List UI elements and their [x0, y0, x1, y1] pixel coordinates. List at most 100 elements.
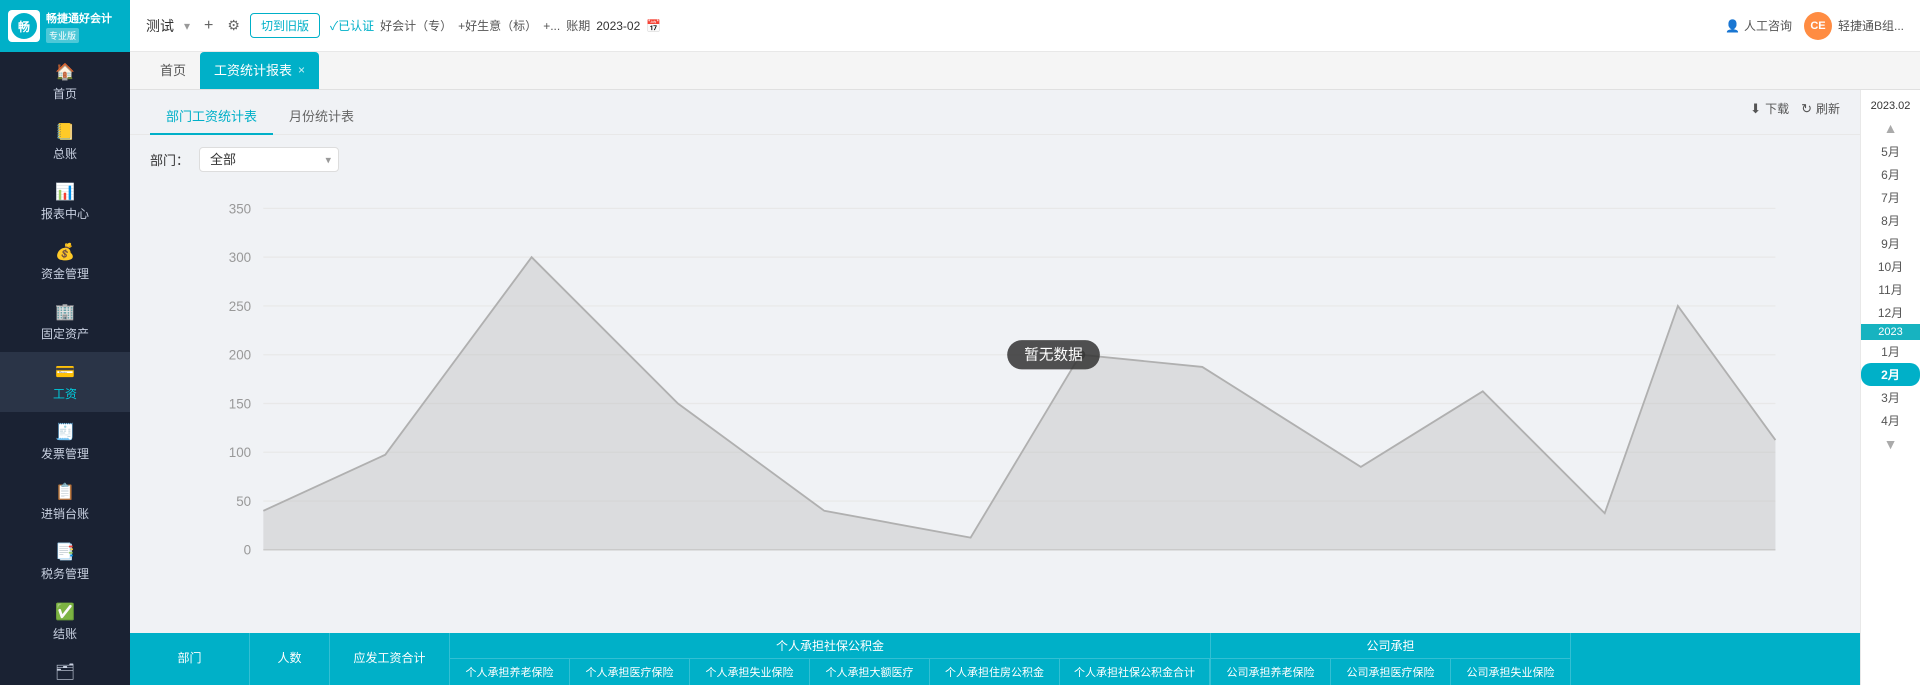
department-select[interactable]: 全部 销售部 财务部 技术部 [199, 147, 339, 172]
col-personal-unemployment: 个人承担失业保险 [690, 659, 810, 685]
panel-chevron-down[interactable]: ▼ [1880, 432, 1902, 456]
svg-text:150: 150 [229, 396, 251, 411]
logo-icon: 畅 [8, 10, 40, 42]
svg-text:0: 0 [244, 543, 251, 558]
group-personal-cols: 个人承担养老保险 个人承担医疗保险 个人承担失业保险 个人承担大额医疗 个人承担… [450, 659, 1210, 685]
sub-tab-monthly[interactable]: 月份统计表 [273, 100, 370, 135]
filter-label: 部门： [150, 150, 189, 169]
main-area: 测试 ▾ + ⚙ 切到旧版 ✓已认证 好会计（专） +好生意（标） +... 账… [130, 0, 1920, 685]
month-2-active[interactable]: 2月 [1861, 363, 1920, 386]
month-7[interactable]: 7月 [1861, 186, 1920, 209]
month-5[interactable]: 5月 [1861, 140, 1920, 163]
svg-text:100: 100 [229, 445, 251, 460]
sales-icon: 📋 [55, 482, 75, 502]
department-select-wrapper: 全部 销售部 财务部 技术部 [199, 147, 339, 172]
good-business-status: +好生意（标） [458, 17, 537, 34]
sidebar-item-tax[interactable]: 📑 税务管理 [0, 532, 130, 592]
svg-text:畅: 畅 [18, 19, 30, 34]
topbar-add-btn[interactable]: + [200, 17, 217, 35]
topbar-title: 测试 [146, 16, 174, 36]
month-11[interactable]: 11月 [1861, 278, 1920, 301]
archive-icon: 🗂 [55, 662, 75, 682]
current-year-label: 2023.02 [1861, 96, 1920, 116]
good-accounting-status: 好会计（专） [380, 17, 452, 34]
topbar-dropdown-icon[interactable]: ▾ [184, 19, 190, 33]
group-company-label: 公司承担 [1211, 633, 1571, 659]
group-company: 公司承担 公司承担养老保险 公司承担医疗保险 公司承担失业保险 [1211, 633, 1571, 685]
tab-home[interactable]: 首页 [146, 52, 200, 89]
svg-text:暂无数据: 暂无数据 [1024, 347, 1083, 364]
month-3[interactable]: 3月 [1861, 386, 1920, 409]
user-name: 轻捷通B组... [1838, 17, 1904, 34]
sidebar-item-sales[interactable]: 📋 进销台账 [0, 472, 130, 532]
month-9[interactable]: 9月 [1861, 232, 1920, 255]
reports-icon: 📊 [55, 182, 75, 202]
sub-tabs-actions: ⬇ 下载 ↻ 刷新 [1750, 100, 1840, 117]
right-panel: 2023.02 ▲ 5月 6月 7月 8月 9月 10月 11月 12月 202… [1860, 90, 1920, 685]
sidebar-item-home[interactable]: 🏠 首页 [0, 52, 130, 112]
topbar-settings-btn[interactable]: ⚙ [227, 17, 240, 34]
refresh-icon: ↻ [1801, 101, 1812, 117]
col-company-unemployment: 公司承担失业保险 [1451, 659, 1571, 685]
sidebar-item-funds[interactable]: 💰 资金管理 [0, 232, 130, 292]
sidebar-item-ledger[interactable]: 📒 总账 [0, 112, 130, 172]
month-10[interactable]: 10月 [1861, 255, 1920, 278]
table-header: 部门 人数 应发工资合计 个人承担社保公积金 个人承担养老保险 个人承担医疗保险… [130, 633, 1860, 685]
sidebar-item-invoice[interactable]: 🧾 发票管理 [0, 412, 130, 472]
tax-icon: 📑 [55, 542, 75, 562]
refresh-btn[interactable]: ↻ 刷新 [1801, 100, 1840, 117]
funds-icon: 💰 [55, 242, 75, 262]
chart-area: 350 300 250 200 150 100 50 0 [130, 184, 1860, 633]
topbar: 测试 ▾ + ⚙ 切到旧版 ✓已认证 好会计（专） +好生意（标） +... 账… [130, 0, 1920, 52]
month-6[interactable]: 6月 [1861, 163, 1920, 186]
logo-text: 畅捷通好会计 专业版 [46, 10, 112, 43]
month-1[interactable]: 1月 [1861, 340, 1920, 363]
col-personal-pension: 个人承担养老保险 [450, 659, 570, 685]
svg-text:300: 300 [229, 250, 251, 265]
col-personal-medical: 个人承担医疗保险 [570, 659, 690, 685]
user-profile[interactable]: CE 轻捷通B组... [1804, 12, 1904, 40]
topbar-right: 👤 人工咨询 CE 轻捷通B组... [1725, 12, 1904, 40]
sidebar: 畅 畅捷通好会计 专业版 🏠 首页 📒 总账 📊 报表中心 💰 资金管理 🏢 固… [0, 0, 130, 685]
service-btn[interactable]: 👤 人工咨询 [1725, 17, 1792, 34]
col-personal-major-medical: 个人承担大额医疗 [810, 659, 930, 685]
col-personal-housing-fund: 个人承担住房公积金 [930, 659, 1060, 685]
svg-text:50: 50 [236, 494, 251, 509]
group-company-cols: 公司承担养老保险 公司承担医疗保险 公司承担失业保险 [1211, 659, 1571, 685]
assets-icon: 🏢 [55, 302, 75, 322]
content-inner: 部门工资统计表 月份统计表 ⬇ 下载 ↻ 刷新 部门： [130, 90, 1860, 685]
year-2023-label: 2023 [1861, 324, 1920, 340]
calendar-icon[interactable]: 📅 [646, 19, 661, 33]
sidebar-nav: 🏠 首页 📒 总账 📊 报表中心 💰 资金管理 🏢 固定资产 💳 工资 🧾 发票… [0, 52, 130, 685]
download-icon: ⬇ [1750, 101, 1761, 117]
sidebar-logo: 畅 畅捷通好会计 专业版 [0, 0, 130, 52]
sidebar-item-reports[interactable]: 📊 报表中心 [0, 172, 130, 232]
svg-text:200: 200 [229, 348, 251, 363]
period-value: 2023-02 [596, 19, 640, 33]
month-8[interactable]: 8月 [1861, 209, 1920, 232]
svg-text:250: 250 [229, 299, 251, 314]
month-4[interactable]: 4月 [1861, 409, 1920, 432]
sub-tab-department[interactable]: 部门工资统计表 [150, 100, 273, 135]
filter-row: 部门： 全部 销售部 财务部 技术部 [130, 135, 1860, 184]
month-12[interactable]: 12月 [1861, 301, 1920, 324]
topbar-switch-btn[interactable]: 切到旧版 [250, 13, 320, 38]
panel-chevron-up[interactable]: ▲ [1880, 116, 1902, 140]
avatar: CE [1804, 12, 1832, 40]
col-total-salary: 应发工资合计 [330, 633, 450, 685]
more-status: +... [543, 19, 560, 33]
sidebar-item-assets[interactable]: 🏢 固定资产 [0, 292, 130, 352]
col-department: 部门 [130, 633, 250, 685]
download-btn[interactable]: ⬇ 下载 [1750, 100, 1789, 117]
col-company-pension: 公司承担养老保险 [1211, 659, 1331, 685]
sidebar-item-archive[interactable]: 🗂 归档管理 [0, 652, 130, 685]
tab-close-btn[interactable]: × [298, 63, 305, 77]
topbar-status: ✓已认证 好会计（专） +好生意（标） +... 账期 2023-02 📅 [330, 17, 661, 34]
col-company-medical: 公司承担医疗保险 [1331, 659, 1451, 685]
content-with-panel: 部门工资统计表 月份统计表 ⬇ 下载 ↻ 刷新 部门： [130, 90, 1920, 685]
sidebar-item-salary[interactable]: 💳 工资 [0, 352, 130, 412]
salary-icon: 💳 [55, 362, 75, 382]
tab-salary-report[interactable]: 工资统计报表 × [200, 52, 319, 89]
sidebar-item-settle[interactable]: ✅ 结账 [0, 592, 130, 652]
tab-bar: 首页 工资统计报表 × [130, 52, 1920, 90]
